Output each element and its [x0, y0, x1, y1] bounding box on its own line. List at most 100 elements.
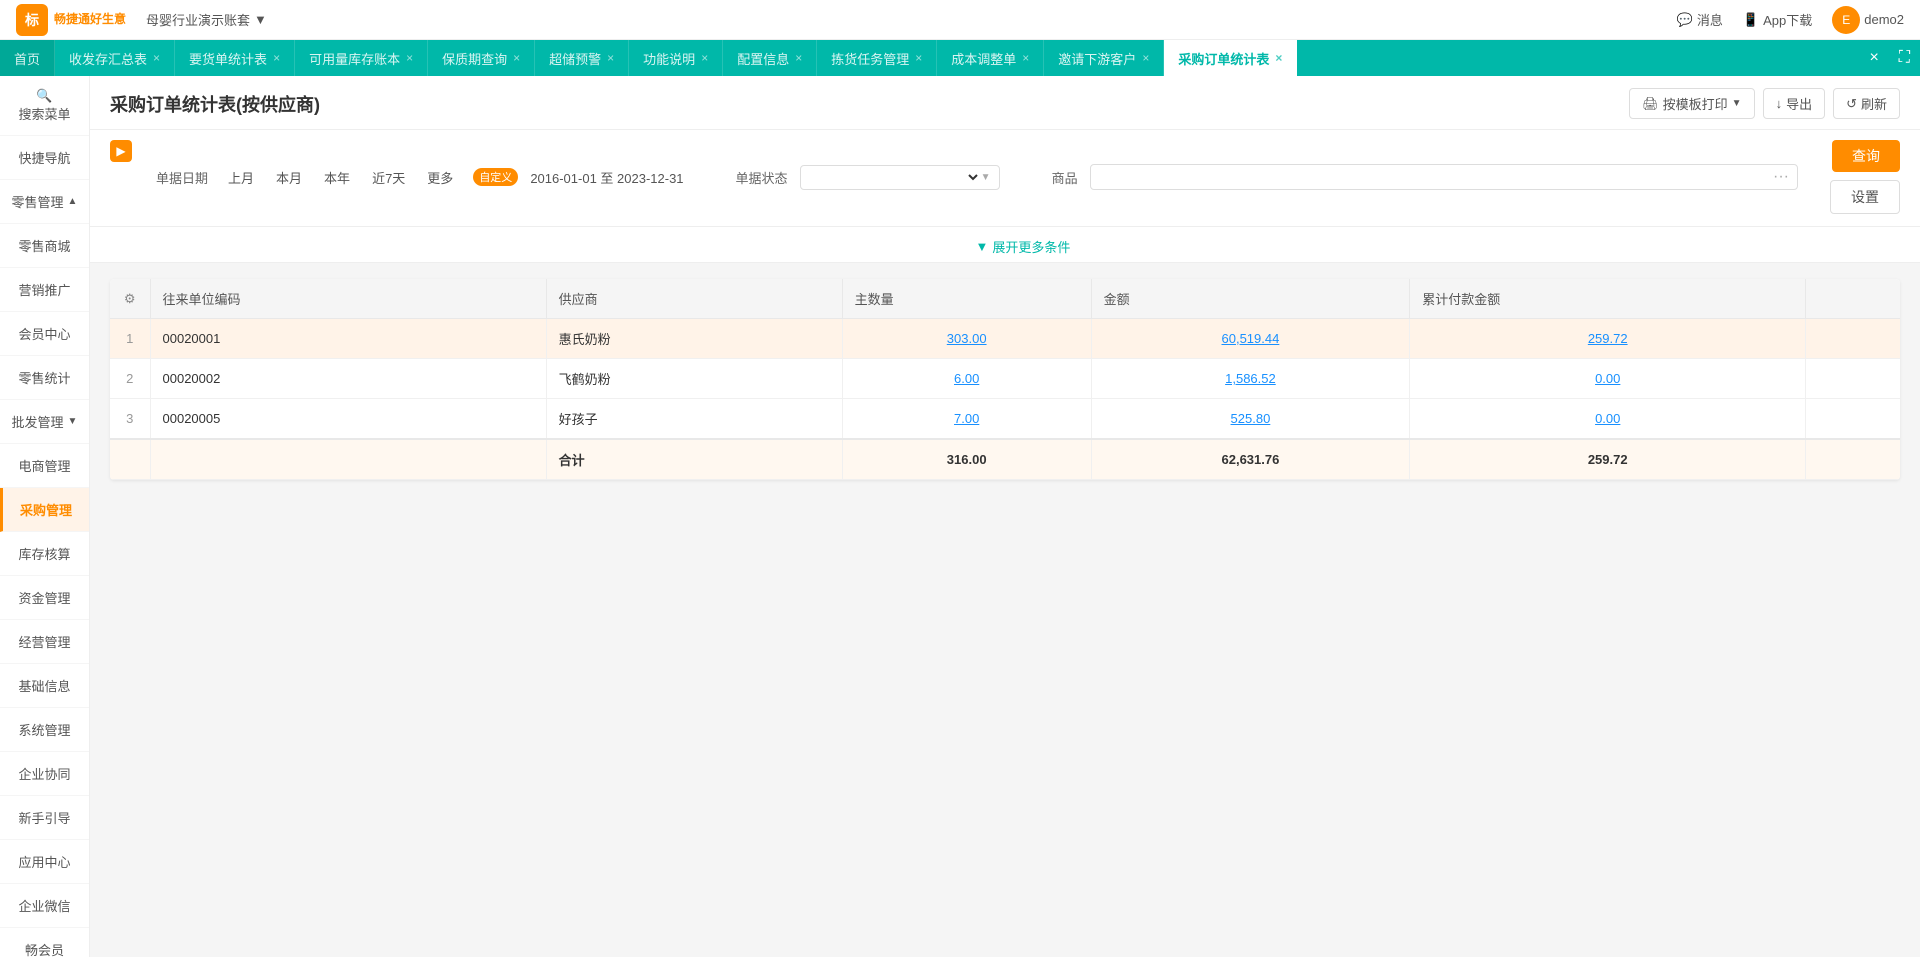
row-amount[interactable]: 525.80 [1091, 399, 1410, 440]
sidebar-item-app-center[interactable]: 应用中心 [0, 840, 89, 884]
tab-邀请下游客户[interactable]: 邀请下游客户 × [1044, 40, 1164, 76]
product-ellipsis-button[interactable]: ··· [1773, 168, 1789, 186]
tab-close-icon[interactable]: × [795, 51, 802, 65]
tab-close-icon[interactable]: × [1022, 51, 1029, 65]
close-all-tabs-button[interactable]: × [1859, 49, 1888, 67]
sidebar-item-vip[interactable]: 畅会员 [0, 928, 89, 957]
sidebar-item-retail-mall[interactable]: 零售商城 [0, 224, 89, 268]
quick-date-last-month[interactable]: 上月 [220, 166, 262, 189]
export-button[interactable]: ↓ 导出 [1763, 88, 1826, 119]
quick-date-7days[interactable]: 近7天 [364, 166, 413, 189]
row-code: 00020005 [150, 399, 546, 440]
message-button[interactable]: 💬 消息 [1677, 10, 1723, 29]
sidebar-item-wholesale-mgmt[interactable]: 批发管理 ▼ [0, 400, 89, 444]
tab-要货单统计表[interactable]: 要货单统计表 × [175, 40, 295, 76]
tab-拣货任务管理[interactable]: 拣货任务管理 × [817, 40, 937, 76]
app-download-button[interactable]: 📱 App下载 [1743, 10, 1812, 29]
tab-采购订单统计表[interactable]: 采购订单统计表 × [1164, 40, 1297, 76]
tab-收发存汇总表[interactable]: 收发存汇总表 × [55, 40, 175, 76]
tab-close-icon[interactable]: × [915, 51, 922, 65]
tab-保质期查询[interactable]: 保质期查询 × [428, 40, 535, 76]
tab-配置信息[interactable]: 配置信息 × [723, 40, 817, 76]
footer-amount: 62,631.76 [1091, 439, 1410, 480]
tab-可用量库存账本[interactable]: 可用量库存账本 × [295, 40, 428, 76]
row-qty[interactable]: 303.00 [842, 319, 1091, 359]
sidebar-item-operations[interactable]: 经营管理 [0, 620, 89, 664]
product-filter-label: 商品 [1052, 168, 1078, 187]
product-input[interactable] [1099, 170, 1773, 185]
sidebar-item-finance[interactable]: 资金管理 [0, 576, 89, 620]
sidebar-item-enterprise-collab[interactable]: 企业协同 [0, 752, 89, 796]
col-amount: 金额 [1091, 279, 1410, 319]
tab-close-icon[interactable]: × [406, 51, 413, 65]
row-amount[interactable]: 60,519.44 [1091, 319, 1410, 359]
logo-area: 标 畅捷通好生意 [16, 4, 126, 36]
table-area: ⚙ 往来单位编码 供应商 主数量 金额 累计付款金额 1 00020001 [90, 263, 1920, 496]
sidebar-item-ecommerce[interactable]: 电商管理 [0, 444, 89, 488]
select-arrow-icon: ▼ [981, 172, 991, 183]
tab-成本调整单[interactable]: 成本调整单 × [937, 40, 1044, 76]
row-amount[interactable]: 1,586.52 [1091, 359, 1410, 399]
tab-close-icon[interactable]: × [607, 51, 614, 65]
row-supplier: 惠氏奶粉 [546, 319, 842, 359]
quick-date-this-month[interactable]: 本月 [268, 166, 310, 189]
tab-close-icon[interactable]: × [1275, 51, 1282, 65]
sidebar-item-enterprise-wechat[interactable]: 企业微信 [0, 884, 89, 928]
tab-功能说明[interactable]: 功能说明 × [629, 40, 723, 76]
search-icon: 🔍 [36, 88, 52, 103]
sidebar-item-quicknav[interactable]: 快捷导航 [0, 136, 89, 180]
tab-close-icon[interactable]: × [153, 51, 160, 65]
maximize-button[interactable]: ⛶ [1889, 49, 1920, 67]
status-select[interactable] [809, 169, 981, 186]
col-settings: ⚙ [110, 279, 150, 319]
footer-label-text: 合计 [546, 439, 842, 480]
chevron-down-icon: ▼ [254, 12, 267, 27]
product-input-wrap[interactable]: ··· [1090, 164, 1798, 190]
expand-more-button[interactable]: ▼ 展开更多条件 [976, 237, 1071, 256]
download-icon: 📱 [1743, 12, 1759, 28]
tab-home[interactable]: 首页 [0, 40, 55, 76]
row-qty[interactable]: 7.00 [842, 399, 1091, 440]
sidebar-item-purchase-mgmt[interactable]: 采购管理 [0, 488, 89, 532]
sidebar-search[interactable]: 🔍 搜索菜单 [0, 76, 89, 136]
tab-close-icon[interactable]: × [1142, 51, 1149, 65]
sidebar-item-marketing[interactable]: 营销推广 [0, 268, 89, 312]
sidebar-item-newbie[interactable]: 新手引导 [0, 796, 89, 840]
printer-icon: 🖨 [1642, 96, 1659, 112]
row-paid[interactable]: 0.00 [1410, 359, 1806, 399]
status-select-wrap[interactable]: ▼ [800, 165, 1000, 190]
page-title-row: 采购订单统计表(按供应商) 🖨 按模板打印 ▼ ↓ 导出 ↺ 刷新 [110, 88, 1900, 119]
table-row[interactable]: 3 00020005 好孩子 7.00 525.80 0.00 [110, 399, 1900, 440]
column-settings-icon[interactable]: ⚙ [124, 291, 136, 306]
query-button[interactable]: 查询 [1832, 140, 1900, 172]
row-paid[interactable]: 0.00 [1410, 399, 1806, 440]
sidebar-item-system[interactable]: 系统管理 [0, 708, 89, 752]
quick-date-this-year[interactable]: 本年 [316, 166, 358, 189]
print-button[interactable]: 🖨 按模板打印 ▼ [1629, 88, 1754, 119]
collapse-toggle-button[interactable]: ▶ [110, 140, 132, 162]
user-menu[interactable]: E demo2 [1832, 6, 1904, 34]
date-range-display: 2016-01-01 至 2023-12-31 [530, 168, 683, 187]
tab-close-icon[interactable]: × [513, 51, 520, 65]
sidebar-item-member-center[interactable]: 会员中心 [0, 312, 89, 356]
logo-icon: 标 [16, 4, 48, 36]
sidebar-item-inventory[interactable]: 库存核算 [0, 532, 89, 576]
sidebar-item-basic-info[interactable]: 基础信息 [0, 664, 89, 708]
tab-close-icon[interactable]: × [701, 51, 708, 65]
page-title: 采购订单统计表(按供应商) [110, 91, 320, 117]
sidebar-item-retail-mgmt[interactable]: 零售管理 ▲ [0, 180, 89, 224]
settings-button[interactable]: 设置 [1830, 180, 1900, 214]
tab-close-icon[interactable]: × [273, 51, 280, 65]
table-row[interactable]: 2 00020002 飞鹤奶粉 6.00 1,586.52 0.00 [110, 359, 1900, 399]
table-row[interactable]: 1 00020001 惠氏奶粉 303.00 60,519.44 259.72 [110, 319, 1900, 359]
refresh-button[interactable]: ↺ 刷新 [1833, 88, 1900, 119]
company-selector[interactable]: 母婴行业演示账套 ▼ [146, 10, 267, 29]
header-actions: 🖨 按模板打印 ▼ ↓ 导出 ↺ 刷新 [1629, 88, 1900, 119]
quick-date-more[interactable]: 更多 [419, 166, 461, 189]
col-extra [1806, 279, 1900, 319]
tab-超储预警[interactable]: 超储预警 × [535, 40, 629, 76]
sidebar-item-retail-stats[interactable]: 零售统计 [0, 356, 89, 400]
row-qty[interactable]: 6.00 [842, 359, 1091, 399]
row-paid[interactable]: 259.72 [1410, 319, 1806, 359]
col-qty: 主数量 [842, 279, 1091, 319]
